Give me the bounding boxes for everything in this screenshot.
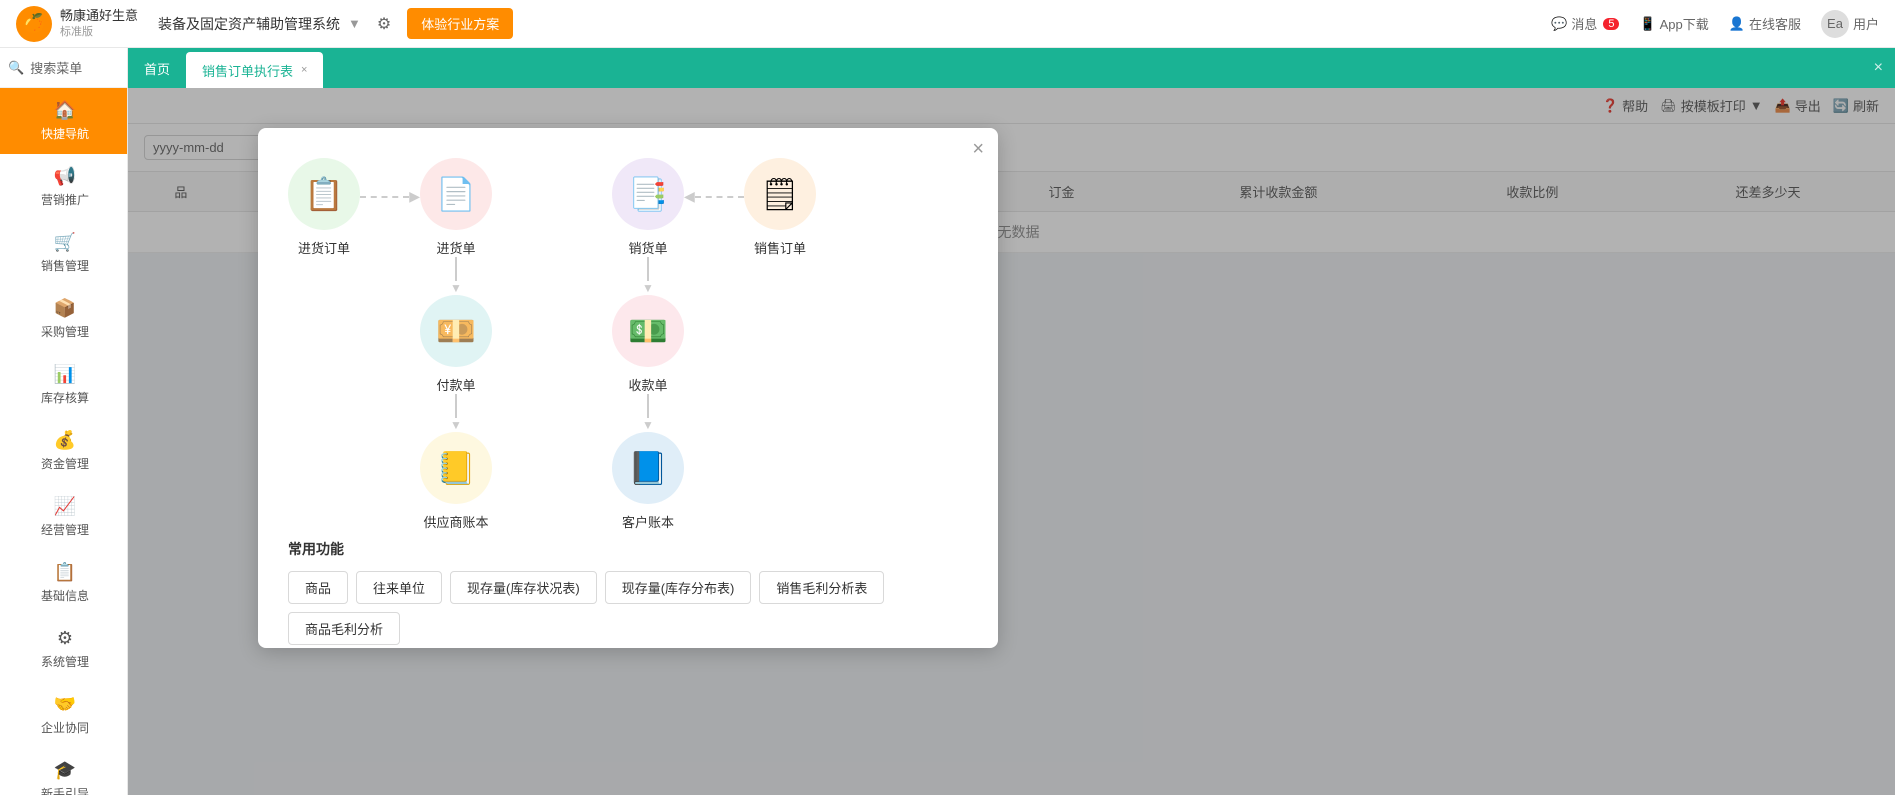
tab-sales-order[interactable]: 销售订单执行表 × <box>186 52 323 88</box>
logo-icon: 🍊 <box>16 6 52 42</box>
enterprise-icon: 🤝 <box>54 694 76 715</box>
purchase-order-icon: 📋 <box>288 158 360 230</box>
receipt-label: 收款单 <box>628 375 667 394</box>
flow-item-supplier-ledger[interactable]: 📒 供应商账本 <box>420 432 492 531</box>
func-btn-2[interactable]: 现存量(库存状况表) <box>450 571 597 604</box>
logo-area: 🍊 畅康通好生意 标准版 <box>16 6 138 42</box>
sidebar-item-marketing[interactable]: 📢 营销推广 <box>0 154 127 220</box>
sidebar-item-operations[interactable]: 📈 经营管理 <box>0 484 127 550</box>
receipt-icon: 💵 <box>612 295 684 367</box>
flow-item-purchase-order[interactable]: 📋 进货订单 <box>288 158 360 257</box>
sidebar-item-sales[interactable]: 🛒 销售管理 <box>0 220 127 286</box>
sidebar-item-quick-nav[interactable]: 🏠 快捷导航 <box>0 88 127 154</box>
flow-row-3: 💴 付款单 💵 收款单 <box>288 295 968 394</box>
supplier-ledger-label: 供应商账本 <box>423 512 488 531</box>
sales-icon: 🛒 <box>54 232 76 253</box>
func-btn-0[interactable]: 商品 <box>288 571 348 604</box>
search-menu-btn[interactable]: 🔍 搜索菜单 <box>0 48 127 88</box>
flow-item-customer-ledger[interactable]: 📘 客户账本 <box>612 432 684 531</box>
tab-home[interactable]: 首页 <box>128 48 186 88</box>
function-buttons: 商品 往来单位 现存量(库存状况表) 现存量(库存分布表) 销售毛利分析表 商品… <box>288 571 968 645</box>
modal-close-btn[interactable]: × <box>972 138 984 161</box>
flow-row-1: 📋 进货订单 ▶ 📄 <box>288 158 968 257</box>
modal-box: × 📋 进货订单 <box>258 128 998 648</box>
marketing-icon: 📢 <box>54 166 76 187</box>
supplier-ledger-icon: 📒 <box>420 432 492 504</box>
app-download-btn[interactable]: 📱 App下载 <box>1639 14 1708 33</box>
flow-row-4-arrows: ▼ ▼ <box>288 394 968 432</box>
sidebar-item-finance[interactable]: 💰 资金管理 <box>0 418 127 484</box>
sidebar: 🔍 搜索菜单 🏠 快捷导航 📢 营销推广 🛒 销售管理 📦 <box>0 48 128 795</box>
flow-item-sales-bill[interactable]: 📑 销货单 <box>612 158 684 257</box>
customer-ledger-label: 客户账本 <box>622 512 674 531</box>
arrow-v-payment: ▼ <box>420 394 492 432</box>
sidebar-item-system[interactable]: ⚙ 系统管理 <box>0 616 127 682</box>
base-info-icon: 📋 <box>54 562 76 583</box>
func-btn-1[interactable]: 往来单位 <box>356 571 442 604</box>
sidebar-item-enterprise[interactable]: 🤝 企业协同 <box>0 682 127 748</box>
inventory-icon: 📊 <box>54 364 76 385</box>
sidebar-item-inventory[interactable]: 📊 库存核算 <box>0 352 127 418</box>
flow-item-purchase-bill[interactable]: 📄 进货单 <box>420 158 492 257</box>
tab-close-icon[interactable]: × <box>301 64 307 76</box>
payment-icon: 💴 <box>420 295 492 367</box>
arrow-h-1: ▶ <box>360 188 420 205</box>
search-icon: 🔍 <box>8 60 24 76</box>
page-content: ❓ 帮助 🖨 按模板打印 ▼ 📤 导出 🔄 <box>128 88 1895 795</box>
system-icon: ⚙ <box>57 628 73 649</box>
arrow-v-purchase: ▼ <box>420 257 492 295</box>
arrow-h-2: ◀ <box>684 188 744 205</box>
system-title: 装备及固定资产辅助管理系统 <box>158 14 340 34</box>
purchase-icon: 📦 <box>54 298 76 319</box>
arrow-v-sales: ▼ <box>612 257 684 295</box>
home-icon: 🏠 <box>54 100 76 121</box>
sidebar-item-beginner[interactable]: 🎓 新手引导 <box>0 748 127 795</box>
message-icon: 💬 <box>1551 16 1567 32</box>
sales-order-icon: 🗒 <box>744 158 816 230</box>
finance-icon: 💰 <box>54 430 76 451</box>
message-btn[interactable]: 💬 消息 5 <box>1551 14 1619 33</box>
purchase-order-label: 进货订单 <box>298 238 350 257</box>
settings-icon[interactable]: ⚙ <box>377 14 391 34</box>
flow-item-sales-order[interactable]: 🗒 销售订单 <box>744 158 816 257</box>
sidebar-item-base-info[interactable]: 📋 基础信息 <box>0 550 127 616</box>
tab-bar: 首页 销售订单执行表 × × <box>128 48 1895 88</box>
app-icon: 📱 <box>1639 16 1655 32</box>
sidebar-menu: 🏠 快捷导航 📢 营销推广 🛒 销售管理 📦 采购管理 📊 库存核 <box>0 88 127 795</box>
flow-row-2-arrows: ▼ ▼ <box>288 257 968 295</box>
beginner-icon: 🎓 <box>54 760 76 781</box>
purchase-bill-icon: 📄 <box>420 158 492 230</box>
payment-label: 付款单 <box>436 375 475 394</box>
user-area[interactable]: Ea 用户 <box>1821 10 1879 38</box>
purchase-bill-label: 进货单 <box>436 238 475 257</box>
flow-item-receipt[interactable]: 💵 收款单 <box>612 295 684 394</box>
common-functions: 常用功能 商品 往来单位 现存量(库存状况表) 现存量(库存分布表) 销售毛利分… <box>288 539 968 648</box>
func-btn-4[interactable]: 销售毛利分析表 <box>759 571 884 604</box>
sales-bill-label: 销货单 <box>628 238 667 257</box>
flow-row-5: 📒 供应商账本 📘 客户账本 <box>288 432 968 531</box>
arrow-v-receipt: ▼ <box>612 394 684 432</box>
func-btn-3[interactable]: 现存量(库存分布表) <box>605 571 752 604</box>
modal-overlay[interactable]: × 📋 进货订单 <box>128 88 1895 795</box>
logo-text: 畅康通好生意 标准版 <box>60 8 138 39</box>
flow-item-payment[interactable]: 💴 付款单 <box>420 295 492 394</box>
operations-icon: 📈 <box>54 496 76 517</box>
avatar: Ea <box>1821 10 1849 38</box>
flow-diagram: 📋 进货订单 ▶ 📄 <box>288 158 968 531</box>
online-service-btn[interactable]: 👤 在线客服 <box>1729 14 1801 33</box>
func-btn-5[interactable]: 商品毛利分析 <box>288 612 400 645</box>
top-right-area: 💬 消息 5 📱 App下载 👤 在线客服 Ea 用户 <box>1551 10 1879 38</box>
service-icon: 👤 <box>1729 16 1745 32</box>
dropdown-arrow-icon[interactable]: ▼ <box>348 16 361 31</box>
close-page-btn[interactable]: × <box>1862 59 1895 77</box>
customer-ledger-icon: 📘 <box>612 432 684 504</box>
experience-btn[interactable]: 体验行业方案 <box>407 8 513 39</box>
sales-bill-icon: 📑 <box>612 158 684 230</box>
message-badge: 5 <box>1603 18 1619 30</box>
sales-order-label: 销售订单 <box>754 238 806 257</box>
sidebar-item-purchase[interactable]: 📦 采购管理 <box>0 286 127 352</box>
common-functions-title: 常用功能 <box>288 539 968 559</box>
